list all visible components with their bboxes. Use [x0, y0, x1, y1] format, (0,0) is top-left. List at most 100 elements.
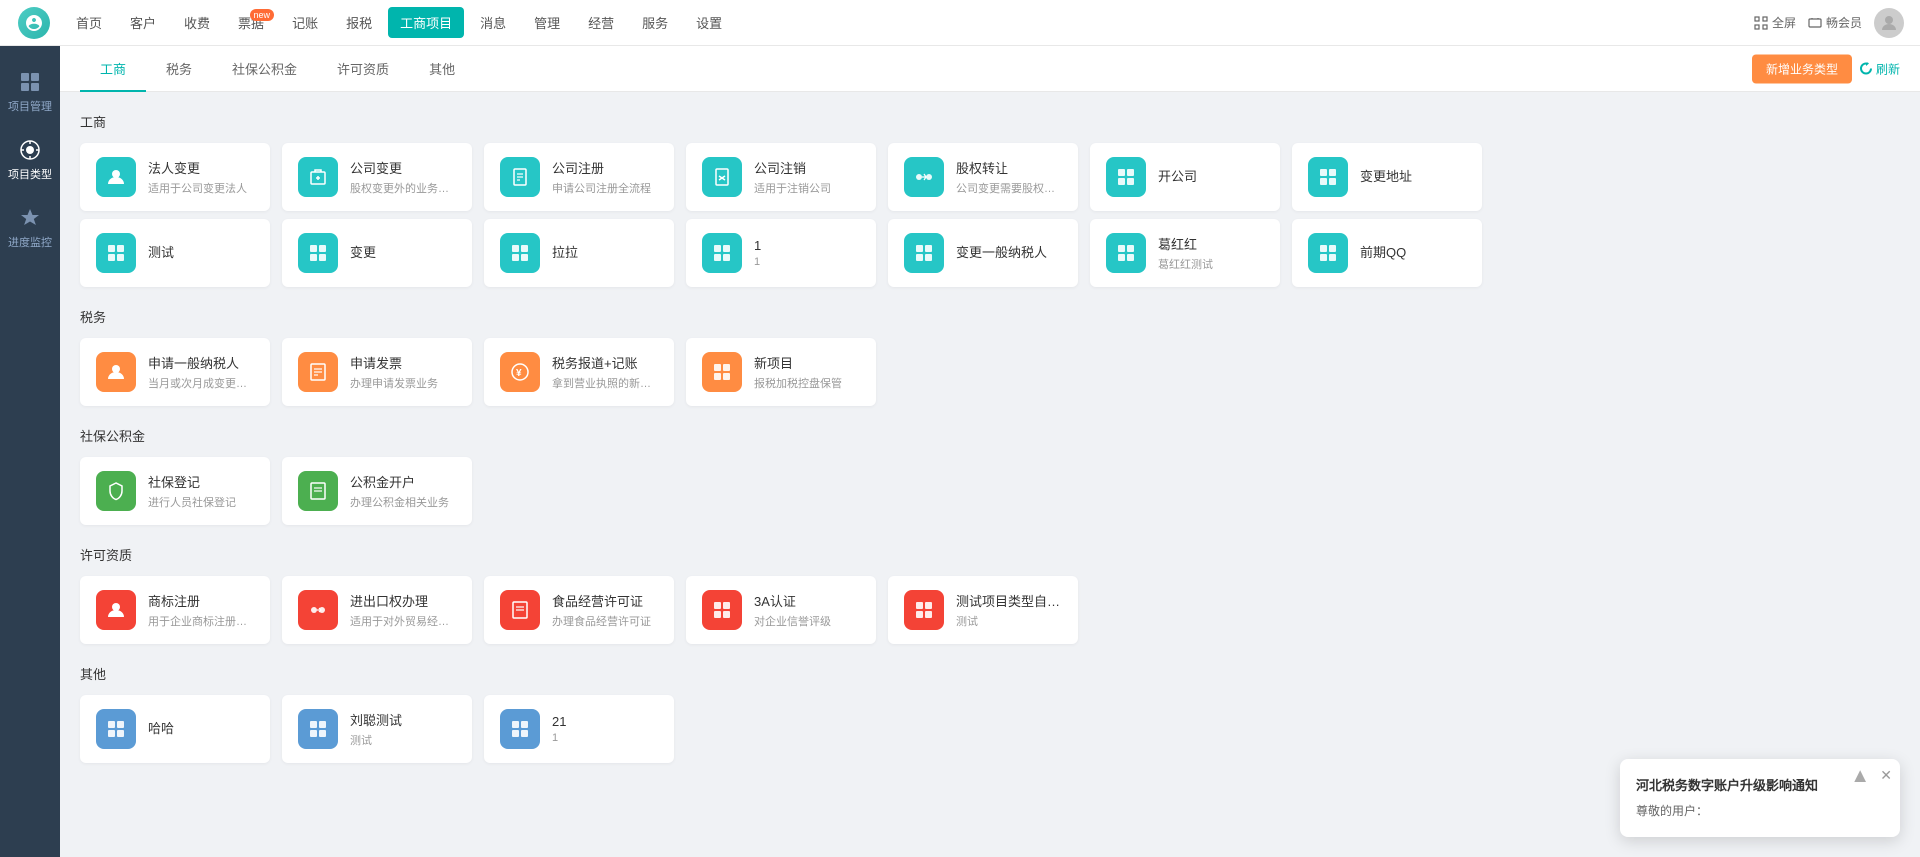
project-manage-icon — [18, 70, 42, 94]
nav-bills[interactable]: 票据 new — [226, 7, 276, 38]
nav-tax[interactable]: 报税 — [334, 7, 384, 38]
card-info-zhuxiao: 公司注销 适用于注销公司 — [754, 158, 860, 196]
card-shebao-dengji[interactable]: 社保登记 进行人员社保登记 — [80, 457, 270, 525]
nav-settings[interactable]: 设置 — [684, 7, 734, 38]
nav-operation[interactable]: 经营 — [576, 7, 626, 38]
card-liucong-ceshi[interactable]: 刘聪测试 测试 — [282, 695, 472, 763]
card-icon-haha — [96, 709, 136, 749]
card-info-dizhi: 变更地址 — [1360, 166, 1466, 188]
card-shuiwu-baodao[interactable]: ¥ 税务报道+记账 拿到营业执照的新公司 — [484, 338, 674, 406]
nav-right: 全屏 畅会员 — [1754, 8, 1904, 38]
sidebar-label-project-type: 项目类型 — [8, 166, 52, 182]
card-gehonghong[interactable]: 葛红红 葛红红测试 — [1090, 219, 1280, 287]
card-icon-guquan — [904, 157, 944, 197]
card-icon-new-project — [702, 352, 742, 392]
card-icon-shipin — [500, 590, 540, 630]
card-gongsi-zhuxiao[interactable]: 公司注销 适用于注销公司 — [686, 143, 876, 211]
card-info-zhuce: 公司注册 申请公司注册全流程 — [552, 158, 658, 196]
card-icon-shebao — [96, 471, 136, 511]
card-icon-dizhi — [1308, 157, 1348, 197]
tab-shuiwu[interactable]: 税务 — [146, 47, 212, 92]
tab-xuke[interactable]: 许可资质 — [317, 47, 409, 92]
tab-qita[interactable]: 其他 — [409, 47, 475, 92]
card-icon-ceshi-zidingyi — [904, 590, 944, 630]
nav-manage[interactable]: 管理 — [522, 7, 572, 38]
nav-charge[interactable]: 收费 — [172, 7, 222, 38]
sidebar-label-progress-monitor: 进度监控 — [8, 234, 52, 250]
card-shenqing-fapiao[interactable]: 申请发票 办理申请发票业务 — [282, 338, 472, 406]
card-21[interactable]: 21 1 — [484, 695, 674, 763]
card-shangbiao-zhuce[interactable]: 商标注册 用于企业商标注册服务 — [80, 576, 270, 644]
card-shipin-xuke[interactable]: 食品经营许可证 办理食品经营许可证 — [484, 576, 674, 644]
qita-section: 其他 哈哈 刘聪测试 测试 — [80, 664, 1900, 763]
card-ceshi-zidingyi[interactable]: 测试项目类型自定义 测试 — [888, 576, 1078, 644]
card-icon-shangbiao — [96, 590, 136, 630]
nav-business[interactable]: 工商项目 — [388, 7, 464, 38]
gongshang-grid: 法人变更 适用于公司变更法人 公司变更 股权变更外的业务变更 — [80, 143, 1900, 211]
nav-home[interactable]: 首页 — [64, 7, 114, 38]
sidebar-item-progress-monitor[interactable]: 进度监控 — [0, 194, 60, 262]
card-biangeng-dizhi[interactable]: 变更地址 — [1292, 143, 1482, 211]
shuiwu-section: 税务 申请一般纳税人 当月或次月成变更完成 申请发票 — [80, 307, 1900, 406]
nav-customer[interactable]: 客户 — [118, 7, 168, 38]
shuiwu-grid: 申请一般纳税人 当月或次月成变更完成 申请发票 办理申请发票业务 ¥ — [80, 338, 1900, 406]
card-lala[interactable]: 拉拉 — [484, 219, 674, 287]
card-gongsi-biangeng[interactable]: 公司变更 股权变更外的业务变更 — [282, 143, 472, 211]
nav-bookkeeping[interactable]: 记账 — [280, 7, 330, 38]
card-icon-gehh — [1106, 233, 1146, 273]
card-faren-biangeng[interactable]: 法人变更 适用于公司变更法人 — [80, 143, 270, 211]
card-icon-baodao: ¥ — [500, 352, 540, 392]
card-icon-jinchukou — [298, 590, 338, 630]
card-jinchukou[interactable]: 进出口权办理 适用于对外贸易经营者 — [282, 576, 472, 644]
card-icon-fapiao — [298, 352, 338, 392]
nav-message[interactable]: 消息 — [468, 7, 518, 38]
card-guquan-zhuanrang[interactable]: 股权转让 公司变更需要股权转让 — [888, 143, 1078, 211]
card-qianqi-qq[interactable]: 前期QQ — [1292, 219, 1482, 287]
sidebar-label-project-manage: 项目管理 — [8, 98, 52, 114]
card-gongjijin-kaihu[interactable]: 公积金开户 办理公积金相关业务 — [282, 457, 472, 525]
sidebar-item-project-type[interactable]: 项目类型 — [0, 126, 60, 194]
card-one[interactable]: 1 1 — [686, 219, 876, 287]
gongshang-section: 工商 法人变更 适用于公司变更法人 — [80, 112, 1900, 287]
member-btn[interactable]: 畅会员 — [1808, 14, 1862, 31]
shuiwu-title: 税务 — [80, 307, 1900, 326]
card-icon-21 — [500, 709, 540, 749]
xuke-grid: 商标注册 用于企业商标注册服务 进出口权办理 适用于对外贸易经营者 — [80, 576, 1900, 644]
card-icon-biangeng2 — [298, 233, 338, 273]
sidebar-item-project-manage[interactable]: 项目管理 — [0, 58, 60, 126]
main-content: 工商 税务 社保公积金 许可资质 其他 新增业务类型 刷新 工商 — [60, 46, 1920, 857]
card-shenqing-yiban[interactable]: 申请一般纳税人 当月或次月成变更完成 — [80, 338, 270, 406]
notification-title: 河北税务数字账户升级影响通知 — [1636, 775, 1884, 794]
shebao-title: 社保公积金 — [80, 426, 1900, 445]
card-icon-gongjijin — [298, 471, 338, 511]
card-ceshi[interactable]: 测试 — [80, 219, 270, 287]
card-kai-gongsi[interactable]: 开公司 — [1090, 143, 1280, 211]
new-business-type-btn[interactable]: 新增业务类型 — [1752, 54, 1852, 83]
tab-gongshang[interactable]: 工商 — [80, 47, 146, 92]
card-icon-3a — [702, 590, 742, 630]
tab-actions: 新增业务类型 刷新 — [1752, 54, 1900, 83]
xuke-title: 许可资质 — [80, 545, 1900, 564]
nav-service[interactable]: 服务 — [630, 7, 680, 38]
refresh-btn[interactable]: 刷新 — [1860, 54, 1900, 83]
fullscreen-btn[interactable]: 全屏 — [1754, 14, 1796, 31]
card-gongsi-zhuce[interactable]: 公司注册 申请公司注册全流程 — [484, 143, 674, 211]
card-info-kai: 开公司 — [1158, 166, 1264, 188]
card-new-project[interactable]: 新项目 报税加税控盘保管 — [686, 338, 876, 406]
notification-body: 尊敬的用户： — [1636, 802, 1884, 821]
card-info-gongsi-bg: 公司变更 股权变更外的业务变更 — [350, 158, 456, 196]
logo[interactable] — [16, 5, 52, 41]
tab-bar: 工商 税务 社保公积金 许可资质 其他 新增业务类型 刷新 — [60, 46, 1920, 92]
qita-title: 其他 — [80, 664, 1900, 683]
tab-shebao[interactable]: 社保公积金 — [212, 47, 317, 92]
user-avatar[interactable] — [1874, 8, 1904, 38]
sidebar: 项目管理 项目类型 进度监控 — [0, 46, 60, 857]
card-biangeng-yiban[interactable]: 变更一般纳税人 — [888, 219, 1078, 287]
notification-close-btn[interactable]: ✕ — [1880, 767, 1892, 784]
card-biangeng2[interactable]: 变更 — [282, 219, 472, 287]
card-3a-renzheng[interactable]: 3A认证 对企业信誉评级 — [686, 576, 876, 644]
qita-grid: 哈哈 刘聪测试 测试 — [80, 695, 1900, 763]
top-navigation: 首页 客户 收费 票据 new 记账 报税 工商项目 消息 管理 经营 服务 设… — [0, 0, 1920, 46]
card-info-faren: 法人变更 适用于公司变更法人 — [148, 158, 254, 196]
card-haha[interactable]: 哈哈 — [80, 695, 270, 763]
